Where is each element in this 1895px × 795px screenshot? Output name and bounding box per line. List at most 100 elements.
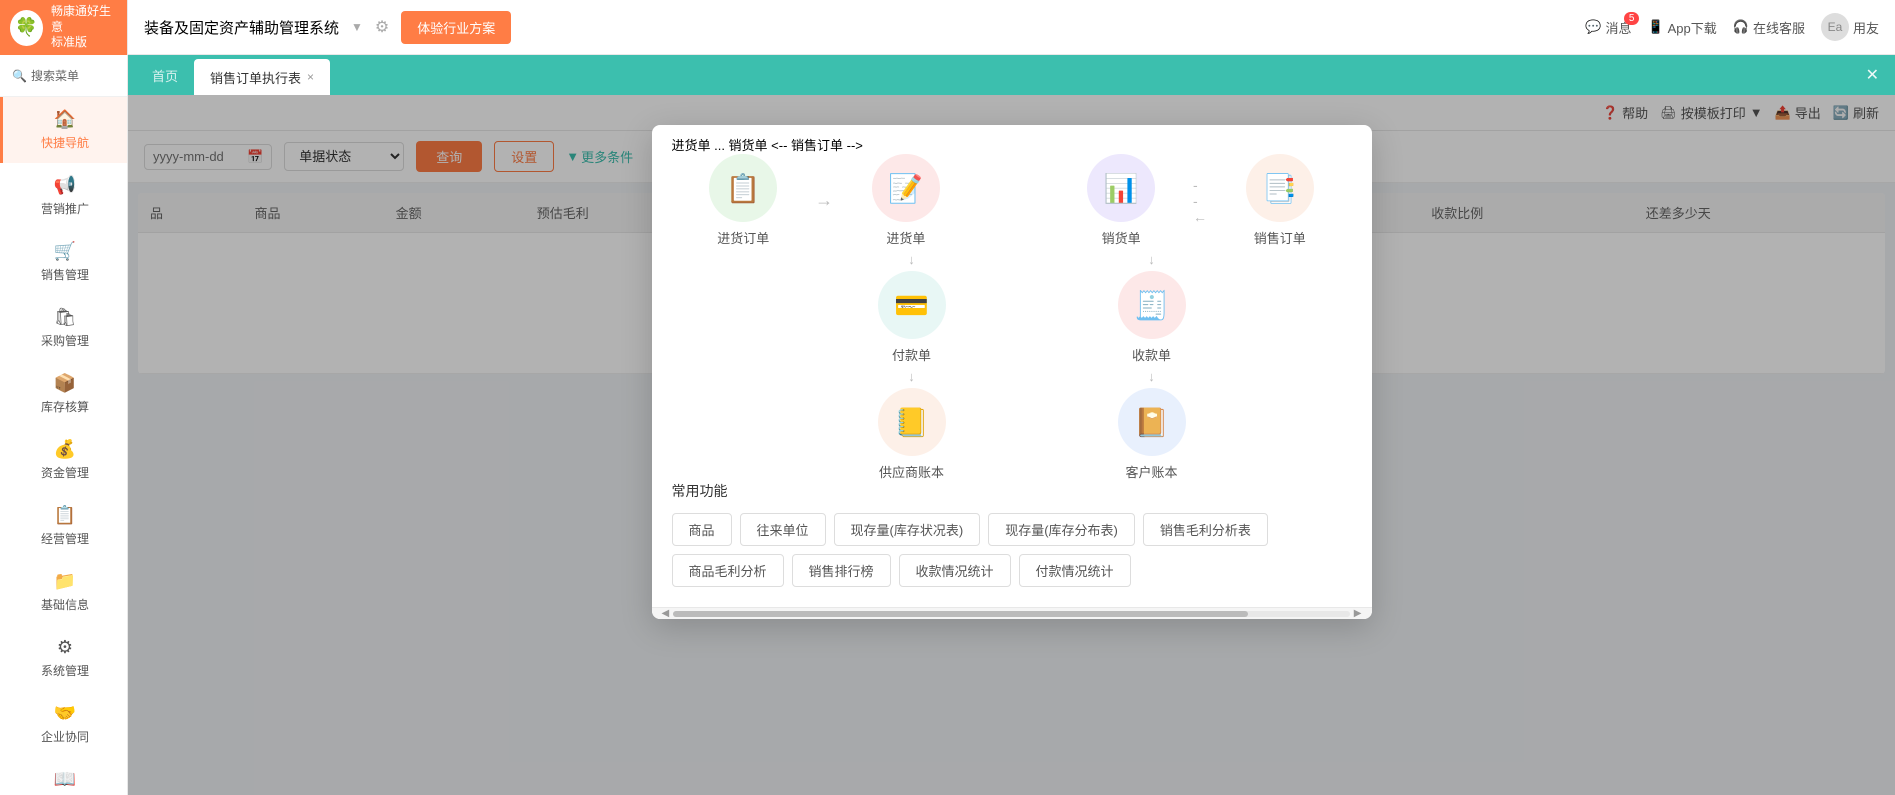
scroll-left-arrow[interactable]: ◀ [658, 608, 674, 619]
scroll-right-arrow[interactable]: ▶ [1350, 608, 1366, 619]
supplier-book-icon: 📒 [894, 406, 929, 439]
down-arrow-payment: ↓ [908, 364, 915, 388]
func-btn-stock-dist[interactable]: 现存量(库存分布表) [988, 513, 1135, 546]
sales-order-label: 销售订单 [1254, 228, 1306, 247]
marketing-icon: 📢 [54, 175, 76, 196]
v-arrow-sales-bill: ↓ [1072, 247, 1232, 271]
payment-icon: 💳 [894, 289, 929, 322]
sidebar-item-purchase[interactable]: 🛍 采购管理 [0, 295, 127, 361]
sidebar-item-guide[interactable]: 📖 新手引导 [0, 757, 127, 795]
sidebar-item-marketing[interactable]: 📢 营销推广 [0, 163, 127, 229]
func-btn-product-profit[interactable]: 商品毛利分析 [672, 554, 784, 587]
sidebar-item-quick-nav[interactable]: 🏠 快捷导航 [0, 97, 127, 163]
flow-col-payment: 💳 付款单 [832, 271, 992, 364]
supplier-book-label: 供应商账本 [879, 462, 944, 481]
topbar: 装备及固定资产辅助管理系统 ▼ ⚙ 体验行业方案 💬 消息 5 📱 App下载 … [128, 0, 1895, 55]
user-action[interactable]: Ea 用友 [1821, 13, 1879, 41]
purchase-bill-circle: 📝 [872, 154, 940, 222]
flow-item-purchase-order[interactable]: 📋 进货订单 [709, 154, 777, 247]
download-icon: 📱 [1647, 19, 1663, 35]
sidebar-item-inventory[interactable]: 📦 库存核算 [0, 361, 127, 427]
logo-text: 畅康通好生意 标准版 [51, 4, 117, 51]
sidebar-nav: 🏠 快捷导航 📢 营销推广 🛒 销售管理 🛍 采购管理 📦 库存核算 💰 [0, 97, 127, 795]
flow-col-sales-bill: 📊 销货单 [1049, 154, 1193, 247]
flow-item-customer-book[interactable]: 📔 客户账本 [1118, 388, 1186, 481]
flow-item-receipt[interactable]: 🧾 收款单 [1118, 271, 1186, 364]
payment-circle: 💳 [878, 271, 946, 339]
v-arrow-payment: ↓ [832, 364, 992, 388]
func-buttons-container: 商品 往来单位 现存量(库存状况表) 现存量(库存分布表) 销售毛利分析表 商品… [672, 513, 1352, 587]
tab-home[interactable]: 首页 [136, 55, 194, 95]
flow-col-purchase-bill: 📝 进货单 [834, 154, 978, 247]
scrollbar-track[interactable] [673, 611, 1350, 617]
tab-sales-exec[interactable]: 销售订单执行表 × [194, 59, 330, 95]
sidebar-item-system[interactable]: ⚙ 系统管理 [0, 625, 127, 691]
finance-icon: 💰 [54, 439, 76, 460]
flow-row-1: 📋 进货订单 → 📝 [672, 154, 1352, 247]
down-arrow-purchase: ↓ [908, 247, 915, 271]
down-arrow-receipt: ↓ [1148, 364, 1155, 388]
sidebar-item-business[interactable]: 📋 经营管理 [0, 493, 127, 559]
supplier-book-circle: 📒 [878, 388, 946, 456]
purchase-icon: 🛍 [54, 307, 77, 328]
customer-book-circle: 📔 [1118, 388, 1186, 456]
common-functions: 常用功能 商品 往来单位 现存量(库存状况表) 现存量(库存分布表) 销售毛利分… [652, 481, 1372, 607]
sidebar-item-enterprise[interactable]: 🤝 企业协同 [0, 691, 127, 757]
sales-icon: 🛒 [54, 241, 76, 262]
func-btn-partner[interactable]: 往来单位 [740, 513, 826, 546]
dropdown-arrow-icon[interactable]: ▼ [351, 20, 363, 34]
payment-label: 付款单 [892, 345, 931, 364]
main-area: 装备及固定资产辅助管理系统 ▼ ⚙ 体验行业方案 💬 消息 5 📱 App下载 … [128, 0, 1895, 795]
flow-diagram: 进货单 ... 销货单 <-- 销售订单 --> 📋 进货订单 [652, 125, 1372, 481]
guide-icon: 📖 [54, 769, 76, 790]
modal-overlay[interactable]: 进货单 ... 销货单 <-- 销售订单 --> 📋 进货订单 [128, 95, 1895, 795]
flow-col-sales-order: 📑 销售订单 [1208, 154, 1352, 247]
func-btn-product[interactable]: 商品 [672, 513, 732, 546]
func-btn-stock-status[interactable]: 现存量(库存状况表) [834, 513, 981, 546]
message-action[interactable]: 💬 消息 5 [1585, 18, 1631, 37]
func-btn-sales-rank[interactable]: 销售排行榜 [792, 554, 891, 587]
search-menu-button[interactable]: 🔍 搜索菜单 [8, 63, 119, 88]
basic-icon: 📁 [54, 571, 76, 592]
flow-row-2: 💳 付款单 🧾 [832, 271, 1352, 364]
sidebar-item-finance[interactable]: 💰 资金管理 [0, 427, 127, 493]
search-icon: 🔍 [12, 69, 27, 83]
sales-order-icon: 📑 [1262, 172, 1297, 205]
func-btn-sales-profit[interactable]: 销售毛利分析表 [1143, 513, 1268, 546]
logo-icon: 🍀 [10, 10, 43, 46]
flow-item-supplier-book[interactable]: 📒 供应商账本 [878, 388, 946, 481]
sidebar-logo: 🍀 畅康通好生意 标准版 [0, 0, 127, 55]
sidebar-search-area: 🔍 搜索菜单 [0, 55, 127, 97]
flow-item-purchase-bill[interactable]: 📝 进货单 [872, 154, 940, 247]
app-download-action[interactable]: 📱 App下载 [1647, 18, 1716, 37]
customer-book-label: 客户账本 [1125, 462, 1177, 481]
flow-item-sales-bill[interactable]: 📊 销货单 [1087, 154, 1155, 247]
sales-bill-label: 销货单 [1102, 228, 1141, 247]
flow-row-arrows-1: ↓ ↓ [832, 247, 1352, 271]
tab-bar: 首页 销售订单执行表 × ✕ [128, 55, 1895, 95]
settings-gear-icon[interactable]: ⚙ [375, 17, 389, 37]
sales-bill-circle: 📊 [1087, 154, 1155, 222]
online-service-action[interactable]: 🎧 在线客服 [1733, 18, 1805, 37]
flow-col-purchase-order: 📋 进货订单 [672, 154, 816, 247]
arrow-sales-order-to-bill: - - ← [1193, 177, 1208, 225]
func-btn-receipt-stats[interactable]: 收款情况统计 [899, 554, 1011, 587]
customer-book-icon: 📔 [1134, 406, 1169, 439]
flow-item-payment[interactable]: 💳 付款单 [878, 271, 946, 364]
purchase-order-label: 进货订单 [717, 228, 769, 247]
sidebar-item-basic[interactable]: 📁 基础信息 [0, 559, 127, 625]
topbar-actions: 💬 消息 5 📱 App下载 🎧 在线客服 Ea 用友 [1585, 13, 1879, 41]
func-btn-payment-stats[interactable]: 付款情况统计 [1019, 554, 1131, 587]
system-icon: ⚙ [57, 637, 73, 658]
sidebar-item-sales[interactable]: 🛒 销售管理 [0, 229, 127, 295]
receipt-circle: 🧾 [1118, 271, 1186, 339]
down-arrow-sales: ↓ [1148, 247, 1155, 271]
v-arrow-purchase-bill: ↓ [832, 247, 992, 271]
tab-close-icon[interactable]: × [307, 70, 314, 84]
flow-item-sales-order[interactable]: 📑 销售订单 [1246, 154, 1314, 247]
sales-order-circle: 📑 [1246, 154, 1314, 222]
flow-row-arrows-2: ↓ ↓ [832, 364, 1352, 388]
tabbar-close-icon[interactable]: ✕ [1858, 61, 1887, 89]
app-download-label: App下载 [1668, 18, 1717, 37]
trial-button[interactable]: 体验行业方案 [401, 11, 511, 44]
